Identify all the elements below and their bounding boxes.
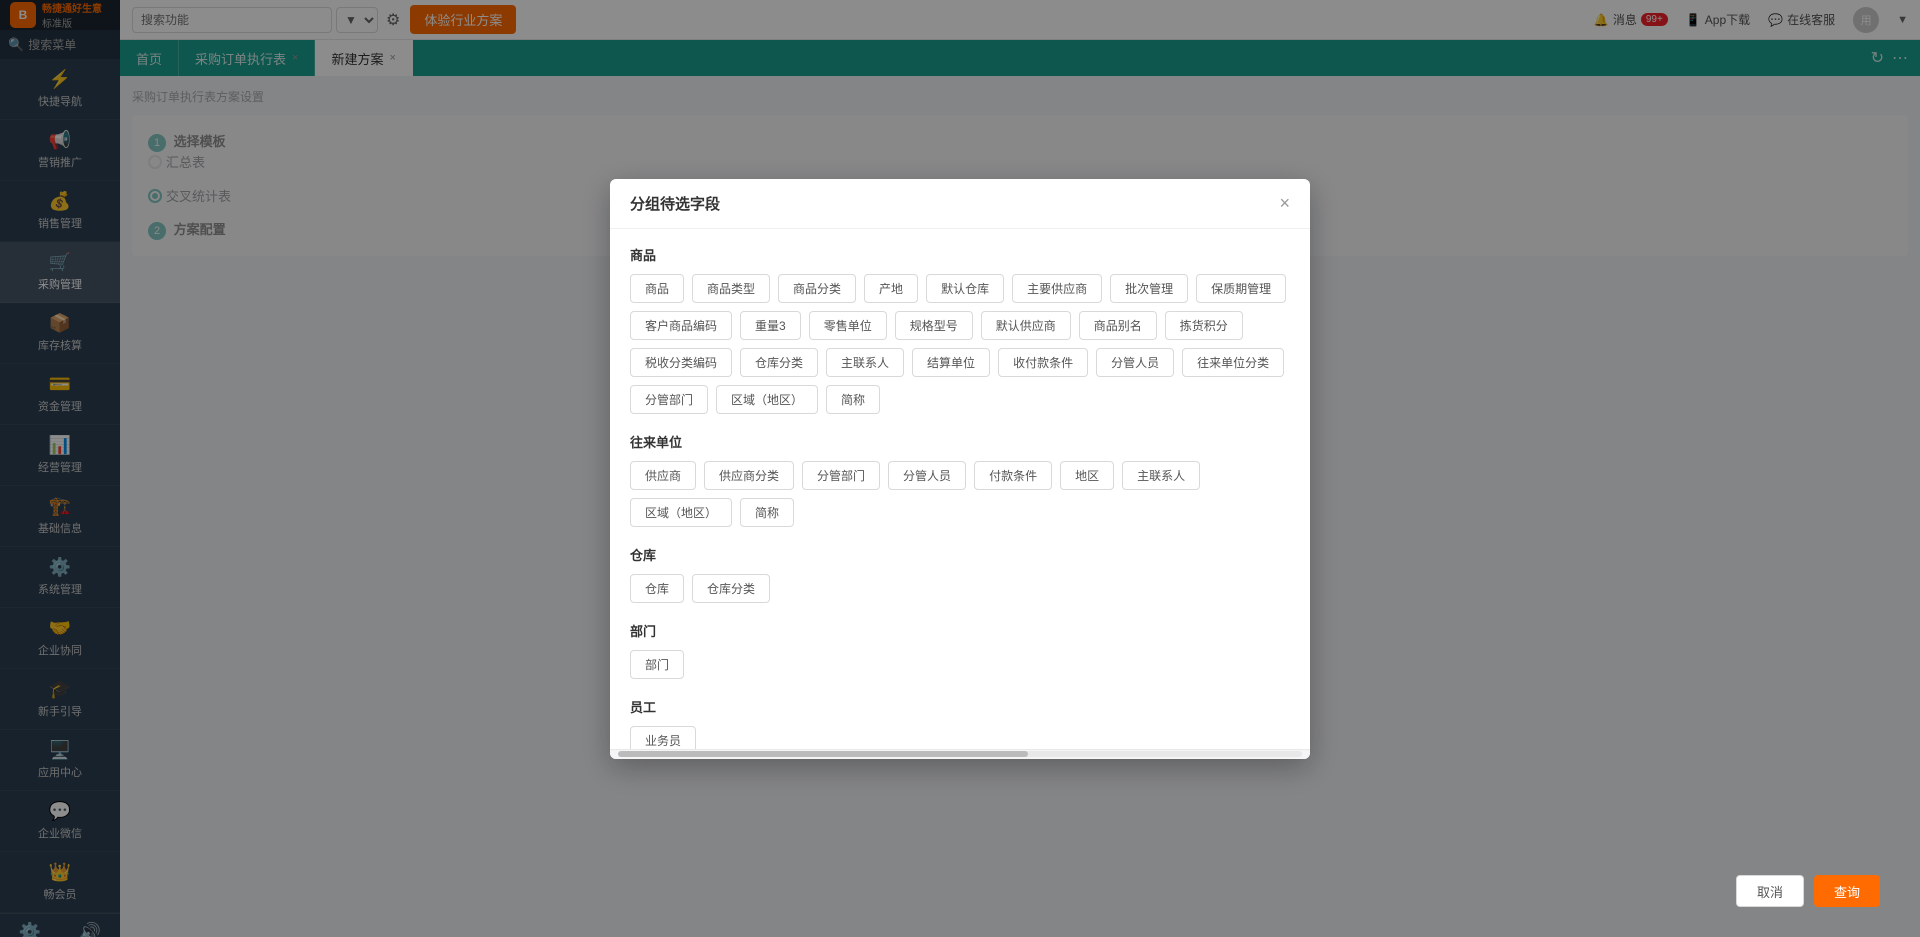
- hscroll-track: [618, 751, 1302, 757]
- field-group-partner-title: 往来单位: [630, 432, 1290, 451]
- chip-main-contact[interactable]: 主联系人: [826, 348, 904, 377]
- field-group-dept: 部门 部门: [630, 621, 1290, 679]
- modal-overlay: 分组待选字段 × 商品 商品 商品类型 商品分类 产地 默认仓库 主要供应商 批…: [0, 0, 1920, 937]
- field-select-modal: 分组待选字段 × 商品 商品 商品类型 商品分类 产地 默认仓库 主要供应商 批…: [610, 179, 1310, 759]
- chip-partner-supervisor[interactable]: 分管人员: [888, 461, 966, 490]
- chip-goods-alias[interactable]: 商品别名: [1079, 311, 1157, 340]
- chip-warehouse-category[interactable]: 仓库分类: [740, 348, 818, 377]
- chip-pay-terms[interactable]: 付款条件: [974, 461, 1052, 490]
- chip-short-name[interactable]: 简称: [826, 385, 880, 414]
- chip-payment-terms[interactable]: 收付款条件: [998, 348, 1088, 377]
- modal-title: 分组待选字段: [630, 193, 720, 214]
- field-group-warehouse-title: 仓库: [630, 545, 1290, 564]
- modal-footer: 取消 查询: [1736, 875, 1880, 907]
- confirm-button[interactable]: 查询: [1814, 875, 1880, 907]
- modal-header: 分组待选字段 ×: [610, 179, 1310, 229]
- field-chips-dept: 部门: [630, 650, 1290, 679]
- field-group-goods-title: 商品: [630, 245, 1290, 264]
- chip-area[interactable]: 地区: [1060, 461, 1114, 490]
- field-group-partner: 往来单位 供应商 供应商分类 分管部门 分管人员 付款条件 地区 主联系人 区域…: [630, 432, 1290, 527]
- chip-goods-type[interactable]: 商品类型: [692, 274, 770, 303]
- chip-partner-region[interactable]: 区域（地区）: [630, 498, 732, 527]
- chip-department[interactable]: 部门: [630, 650, 684, 679]
- field-group-warehouse: 仓库 仓库 仓库分类: [630, 545, 1290, 603]
- chip-warehouse[interactable]: 仓库: [630, 574, 684, 603]
- chip-customer-code[interactable]: 客户商品编码: [630, 311, 732, 340]
- field-chips-warehouse: 仓库 仓库分类: [630, 574, 1290, 603]
- chip-goods[interactable]: 商品: [630, 274, 684, 303]
- chip-salesperson[interactable]: 业务员: [630, 726, 696, 749]
- chip-region[interactable]: 区域（地区）: [716, 385, 818, 414]
- chip-settlement-unit[interactable]: 结算单位: [912, 348, 990, 377]
- chip-default-supplier[interactable]: 默认供应商: [981, 311, 1071, 340]
- chip-retail-unit[interactable]: 零售单位: [809, 311, 887, 340]
- field-group-employee: 员工 业务员: [630, 697, 1290, 749]
- field-chips-employee: 业务员: [630, 726, 1290, 749]
- chip-expiry-manage[interactable]: 保质期管理: [1196, 274, 1286, 303]
- chip-dept[interactable]: 分管部门: [630, 385, 708, 414]
- chip-tax-code[interactable]: 税收分类编码: [630, 348, 732, 377]
- chip-partner-type[interactable]: 往来单位分类: [1182, 348, 1284, 377]
- field-chips-partner: 供应商 供应商分类 分管部门 分管人员 付款条件 地区 主联系人 区域（地区） …: [630, 461, 1290, 527]
- modal-horizontal-scrollbar[interactable]: [610, 749, 1310, 759]
- chip-supplier[interactable]: 供应商: [630, 461, 696, 490]
- chip-spec-model[interactable]: 规格型号: [895, 311, 973, 340]
- field-chips-goods: 商品 商品类型 商品分类 产地 默认仓库 主要供应商 批次管理 保质期管理 客户…: [630, 274, 1290, 414]
- modal-body: 商品 商品 商品类型 商品分类 产地 默认仓库 主要供应商 批次管理 保质期管理…: [610, 229, 1310, 749]
- cancel-button[interactable]: 取消: [1736, 875, 1804, 907]
- chip-default-warehouse[interactable]: 默认仓库: [926, 274, 1004, 303]
- chip-weight3[interactable]: 重量3: [740, 311, 801, 340]
- modal-close-button[interactable]: ×: [1279, 194, 1290, 212]
- hscroll-thumb: [618, 751, 1028, 757]
- chip-batch-manage[interactable]: 批次管理: [1110, 274, 1188, 303]
- chip-warehouse-cat[interactable]: 仓库分类: [692, 574, 770, 603]
- chip-partner-contact[interactable]: 主联系人: [1122, 461, 1200, 490]
- field-group-employee-title: 员工: [630, 697, 1290, 716]
- chip-goods-category[interactable]: 商品分类: [778, 274, 856, 303]
- chip-supplier-category[interactable]: 供应商分类: [704, 461, 794, 490]
- chip-supervisor[interactable]: 分管人员: [1096, 348, 1174, 377]
- chip-partner-dept[interactable]: 分管部门: [802, 461, 880, 490]
- chip-partner-shortname[interactable]: 简称: [740, 498, 794, 527]
- chip-pick-score[interactable]: 拣货积分: [1165, 311, 1243, 340]
- field-group-dept-title: 部门: [630, 621, 1290, 640]
- chip-main-supplier[interactable]: 主要供应商: [1012, 274, 1102, 303]
- field-group-goods: 商品 商品 商品类型 商品分类 产地 默认仓库 主要供应商 批次管理 保质期管理…: [630, 245, 1290, 414]
- chip-origin[interactable]: 产地: [864, 274, 918, 303]
